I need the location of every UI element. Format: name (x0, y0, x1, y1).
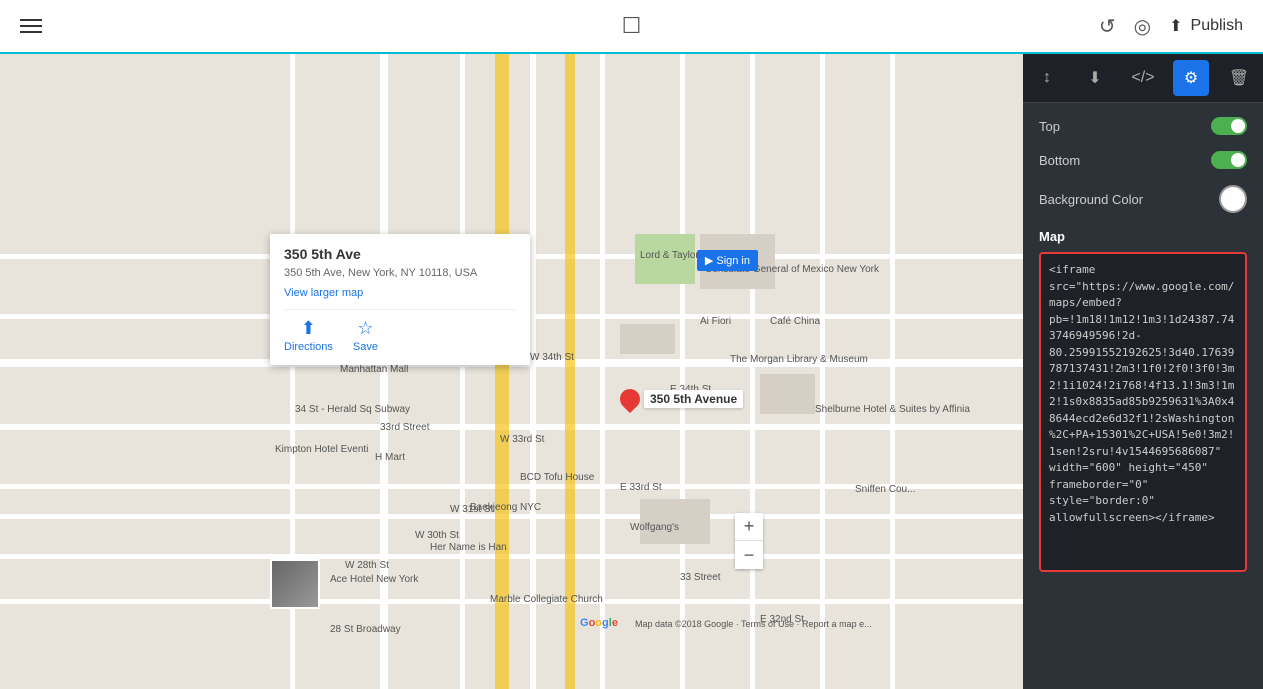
save-action[interactable]: ☆ Save (353, 318, 378, 353)
directions-action[interactable]: ⬆ Directions (284, 318, 333, 353)
topbar-right: ↺ ◎ ⬆ Publish (1099, 14, 1243, 39)
hamburger-menu[interactable] (20, 19, 42, 33)
street-view-thumbnail[interactable] (270, 559, 320, 609)
map-label: Manhattan Mall (340, 364, 408, 375)
topbar-left (20, 19, 42, 33)
panel-toolbar: ↕ ⬇ </> ⚙ 🗑 (1023, 54, 1263, 103)
top-row: Top (1039, 117, 1247, 135)
publish-label: Publish (1191, 17, 1243, 35)
zoom-out-button[interactable]: − (735, 541, 763, 569)
popup-address: 350 5th Ave, New York, NY 10118, USA (284, 266, 516, 281)
map-label: W 30th St (415, 530, 459, 541)
map-label: BCD Tofu House (520, 472, 594, 483)
map-label: W 31st St (450, 504, 493, 515)
map-label: 28 St Broadway (330, 624, 401, 635)
map-section-label: Map (1039, 229, 1247, 244)
popup-actions: ⬆ Directions ☆ Save (284, 309, 516, 353)
map-label: Wolfgang's (630, 522, 679, 533)
map-area: Manhattan Mall 34 St - Herald Sq Subway 33… (0, 54, 1023, 689)
cloud-upload-icon: ⬆ (1169, 16, 1182, 36)
topbar-center: ☐ (622, 13, 642, 39)
save-icon: ☆ (357, 318, 373, 339)
bg-color-swatch[interactable] (1219, 185, 1247, 213)
map-popup: 350 5th Ave 350 5th Ave, New York, NY 10… (270, 234, 530, 365)
settings-tool-button[interactable]: ⚙ (1173, 60, 1209, 96)
map-code-textarea[interactable] (1039, 252, 1247, 572)
map-label: H Mart (375, 452, 405, 463)
map-label: Café China (770, 316, 820, 327)
pin-label: 350 5th Avenue (644, 390, 743, 408)
code-tool-button[interactable]: </> (1125, 60, 1161, 96)
map-label: Marble Collegiate Church (490, 594, 603, 605)
right-panel: ↕ ⬇ </> ⚙ 🗑 Top Bottom Background Color … (1023, 54, 1263, 689)
sort-tool-button[interactable]: ↕ (1029, 60, 1065, 96)
top-label: Top (1039, 119, 1060, 134)
map-data-text: Map data ©2018 Google · Terms of Use · R… (635, 619, 872, 629)
preview-icon[interactable]: ◎ (1134, 14, 1151, 39)
map-label: The Morgan Library & Museum (730, 354, 868, 365)
top-toggle[interactable] (1211, 117, 1247, 135)
map-label: W 34th St (530, 352, 574, 363)
map-label: Kimpton Hotel Eventi (275, 444, 368, 455)
bottom-label: Bottom (1039, 153, 1080, 168)
map-label: Sniffen Cou... (855, 484, 915, 495)
map-pin: 350 5th Avenue (620, 389, 743, 409)
bg-color-label: Background Color (1039, 192, 1143, 207)
delete-tool-button[interactable]: 🗑 (1221, 60, 1257, 96)
download-tool-button[interactable]: ⬇ (1077, 60, 1113, 96)
directions-icon: ⬆ (301, 318, 316, 339)
map-label: Ace Hotel New York (330, 574, 418, 585)
sign-in-button[interactable]: ▶ Sign in (697, 250, 758, 271)
map-label: W 33rd St (500, 434, 544, 445)
topbar: ☐ ↺ ◎ ⬆ Publish (0, 0, 1263, 54)
map-label: 34 St - Herald Sq Subway (295, 404, 410, 415)
map-label: Ai Fiori (700, 316, 731, 327)
map-section: Map (1039, 229, 1247, 577)
save-label: Save (353, 341, 378, 353)
map-label: W 28th St (345, 560, 389, 571)
popup-title: 350 5th Ave (284, 246, 516, 262)
map-label: Shelburne Hotel & Suites by Affinia (815, 404, 970, 415)
pin-dot (616, 385, 644, 413)
map-label: Lord & Taylor (640, 250, 699, 261)
undo-icon[interactable]: ↺ (1099, 14, 1116, 39)
bottom-row: Bottom (1039, 151, 1247, 169)
map-label: Her Name is Han (430, 542, 507, 553)
map-label: E 33rd St (620, 482, 662, 493)
zoom-controls: + − (735, 513, 763, 569)
map-label: 33 Street (680, 572, 721, 583)
directions-label: Directions (284, 341, 333, 353)
bottom-toggle[interactable] (1211, 151, 1247, 169)
bg-color-row: Background Color (1039, 185, 1247, 213)
panel-content: Top Bottom Background Color Map (1023, 103, 1263, 689)
popup-view-link[interactable]: View larger map (284, 287, 516, 299)
publish-button[interactable]: ⬆ Publish (1169, 16, 1243, 36)
mobile-preview-icon[interactable]: ☐ (622, 13, 642, 38)
map-label: 33rd Street (380, 422, 429, 433)
zoom-in-button[interactable]: + (735, 513, 763, 541)
